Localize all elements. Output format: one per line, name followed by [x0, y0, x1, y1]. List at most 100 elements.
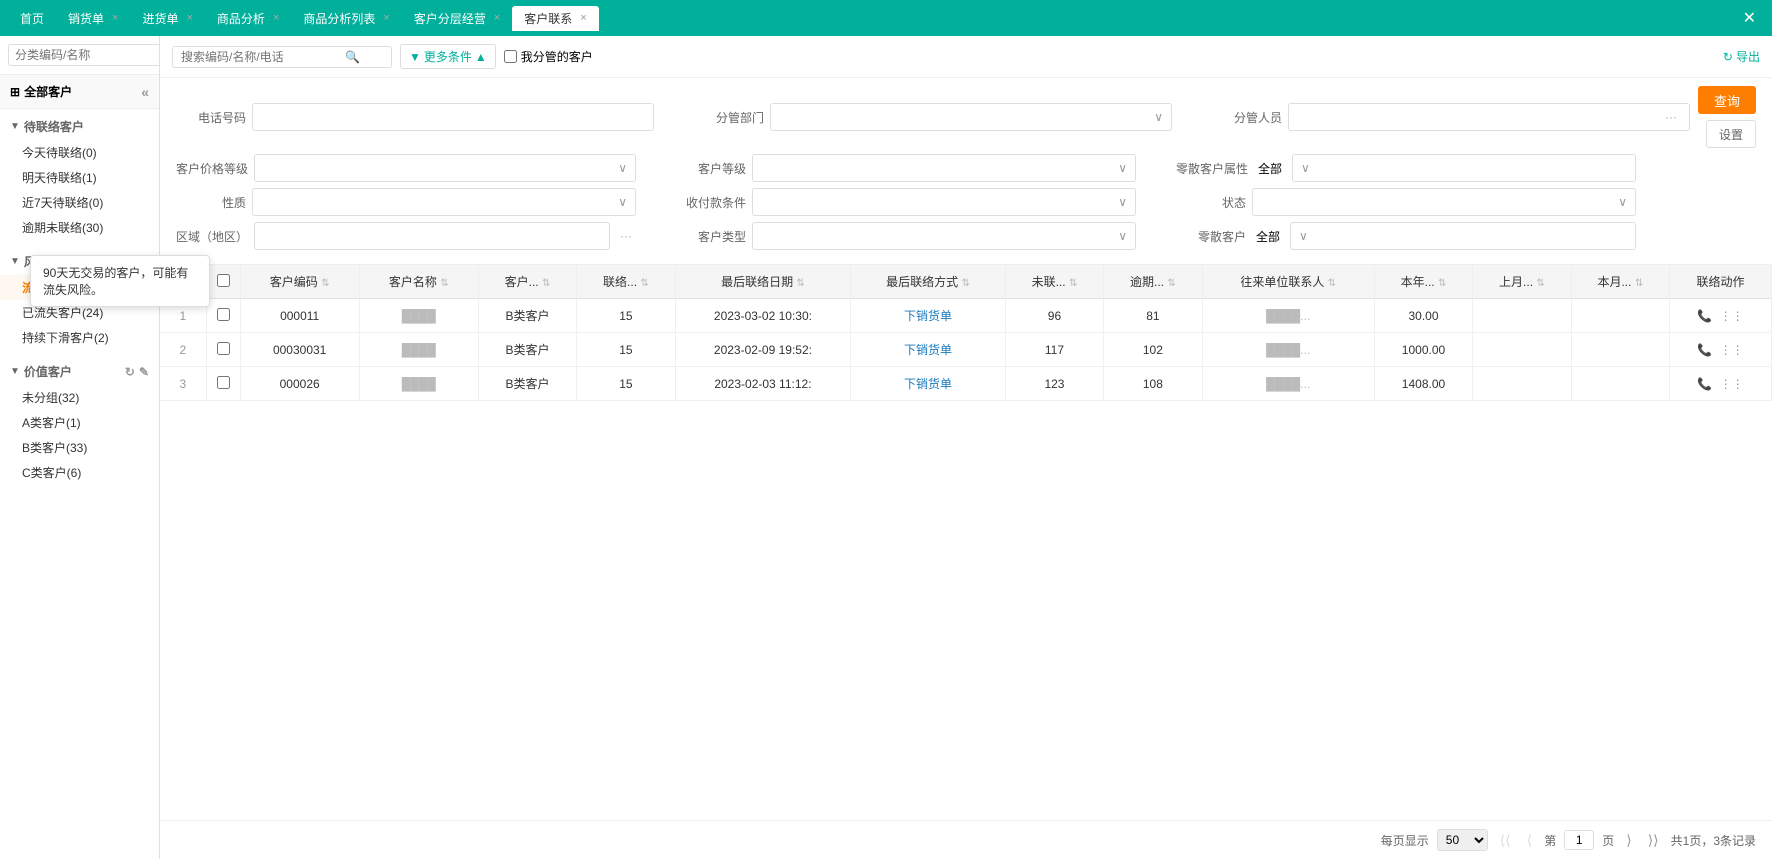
tab-product-analysis-list[interactable]: 商品分析列表 × [291, 6, 401, 31]
cell-action[interactable]: 📞 ⋮⋮ [1670, 333, 1772, 367]
sidebar-item-class-c[interactable]: C类客户(6) [0, 460, 159, 485]
region-dots[interactable]: ··· [616, 229, 636, 243]
sort-icon-uncontacted[interactable]: ⇅ [1069, 278, 1077, 289]
sidebar-search-input[interactable] [8, 44, 160, 66]
action-call-icon[interactable]: 📞 [1697, 343, 1712, 357]
cell-last-method[interactable]: 下销货单 [851, 367, 1005, 401]
sort-icon-last-method[interactable]: ⇅ [961, 278, 969, 289]
action-call-icon[interactable]: 📞 [1697, 377, 1712, 391]
sort-icon-year[interactable]: ⇅ [1438, 278, 1446, 289]
filter-toolbar: 🔍 ▼ 更多条件 ▲ 我分管的客户 ↻ 导出 [160, 36, 1772, 78]
cell-action[interactable]: 📞 ⋮⋮ [1670, 299, 1772, 333]
sidebar-item-churn-warning[interactable]: 流失预警客户(3) [0, 275, 159, 300]
manager-select[interactable]: ··· [1288, 103, 1690, 131]
my-customers-checkbox[interactable]: 我分管的客户 [504, 48, 593, 65]
tab-home[interactable]: 首页 [8, 6, 56, 31]
checkbox-col-header[interactable] [206, 265, 240, 299]
first-page-btn[interactable]: ⟨⟨ [1496, 832, 1515, 849]
gender-select[interactable]: ∨ [252, 188, 636, 216]
sort-icon-last-date[interactable]: ⇅ [796, 278, 804, 289]
my-customers-check[interactable] [504, 50, 517, 63]
sort-icon-contact[interactable]: ⇅ [640, 278, 648, 289]
filter-search-input[interactable] [181, 50, 341, 64]
sort-icon-overdue[interactable]: ⇅ [1167, 278, 1175, 289]
window-close-button[interactable]: ✕ [1735, 8, 1764, 28]
tab-close-product-analysis[interactable]: × [273, 12, 279, 24]
sidebar-item-tomorrow[interactable]: 明天待联络(1) [0, 165, 159, 190]
sidebar-item-class-b[interactable]: B类客户(33) [0, 435, 159, 460]
cell-year-amount: 1408.00 [1374, 367, 1472, 401]
sidebar-group-pending-title[interactable]: ▼ 待联络客户 [0, 113, 159, 140]
row-checkbox-cell[interactable] [206, 299, 240, 333]
sidebar-collapse-btn[interactable]: « [141, 84, 149, 100]
retail-customer-select[interactable]: ∨ [1290, 222, 1636, 250]
next-page-btn[interactable]: ⟩ [1622, 832, 1635, 849]
select-all-checkbox[interactable] [217, 274, 230, 287]
row-checkbox-1[interactable] [217, 342, 230, 355]
sidebar-item-today[interactable]: 今天待联络(0) [0, 140, 159, 165]
action-call-icon[interactable]: 📞 [1697, 309, 1712, 323]
sidebar-group-risk-title[interactable]: ▼ 风险客户 [0, 248, 159, 275]
sort-icon-last-month[interactable]: ⇅ [1536, 278, 1544, 289]
cell-action[interactable]: 📞 ⋮⋮ [1670, 367, 1772, 401]
cell-contact-count: 15 [577, 333, 675, 367]
sort-icon-this-month[interactable]: ⇅ [1635, 278, 1643, 289]
cell-last-method[interactable]: 下销货单 [851, 299, 1005, 333]
settings-button[interactable]: 设置 [1706, 120, 1756, 148]
filter-search-icon[interactable]: 🔍 [345, 50, 360, 64]
sidebar-item-ungroup[interactable]: 未分组(32) [0, 385, 159, 410]
prev-page-btn[interactable]: ⟨ [1523, 832, 1536, 849]
sidebar-all-customers-header: ⊞ 全部客户 « [0, 75, 159, 109]
tab-close-product-analysis-list[interactable]: × [383, 12, 389, 24]
sidebar-item-declining[interactable]: 持续下滑客户(2) [0, 325, 159, 350]
table-row: 2 00030031 ████ B类客户 15 2023-02-09 19:52… [160, 333, 1772, 367]
payment-select[interactable]: ∨ [752, 188, 1136, 216]
tab-close-purchase-order[interactable]: × [186, 12, 192, 24]
query-button[interactable]: 查询 [1698, 86, 1756, 114]
sidebar-item-churned[interactable]: 已流失客户(24) [0, 300, 159, 325]
row-checkbox-cell[interactable] [206, 367, 240, 401]
sidebar-item-class-a[interactable]: A类客户(1) [0, 410, 159, 435]
action-more-icon[interactable]: ⋮⋮ [1720, 309, 1744, 323]
sidebar-item-overdue[interactable]: 逾期未联络(30) [0, 215, 159, 240]
sort-icon-code[interactable]: ⇅ [321, 278, 329, 289]
column-settings-icon[interactable]: ⚙ [177, 275, 188, 289]
tab-close-customer-contact[interactable]: × [580, 12, 586, 24]
edit-icon[interactable]: ✎ [139, 365, 149, 379]
tab-sales-order[interactable]: 销货单 × [56, 6, 130, 31]
division-select[interactable]: ∨ [770, 103, 1172, 131]
tab-customer-contact[interactable]: 客户联系 × [512, 6, 598, 31]
more-conditions-btn[interactable]: ▼ 更多条件 ▲ [400, 44, 496, 69]
refresh-icon[interactable]: ↻ [125, 365, 135, 379]
customer-level-select[interactable]: ∨ [752, 154, 1136, 182]
settings-col-header[interactable]: ⚙ [160, 265, 206, 299]
phone-input[interactable] [252, 103, 654, 131]
sort-icon-type[interactable]: ⇅ [542, 278, 550, 289]
table-row: 3 000026 ████ B类客户 15 2023-02-03 11:12: … [160, 367, 1772, 401]
row-checkbox-2[interactable] [217, 376, 230, 389]
sort-icon-name[interactable]: ⇅ [440, 278, 448, 289]
tab-close-customer-tier[interactable]: × [494, 12, 500, 24]
sidebar-item-week[interactable]: 近7天待联络(0) [0, 190, 159, 215]
customer-price-select[interactable]: ∨ [254, 154, 636, 182]
customer-type-select[interactable]: ∨ [752, 222, 1136, 250]
cell-last-method[interactable]: 下销货单 [851, 333, 1005, 367]
tab-product-analysis[interactable]: 商品分析 × [205, 6, 291, 31]
retail-attr-select[interactable]: ∨ [1292, 154, 1636, 182]
row-checkbox-cell[interactable] [206, 333, 240, 367]
tab-customer-tier[interactable]: 客户分层经营 × [402, 6, 512, 31]
action-more-icon[interactable]: ⋮⋮ [1720, 343, 1744, 357]
sidebar-group-value-title[interactable]: ▼ 价值客户 ↻ ✎ [0, 358, 159, 385]
page-input[interactable] [1564, 830, 1594, 850]
region-input[interactable] [254, 222, 610, 250]
tab-close-sales-order[interactable]: × [112, 12, 118, 24]
tab-purchase-order[interactable]: 进货单 × [130, 6, 204, 31]
manager-dots[interactable]: ··· [1661, 110, 1681, 124]
per-page-select[interactable]: 50 20 100 [1437, 829, 1488, 851]
export-button[interactable]: ↻ 导出 [1723, 48, 1760, 65]
status-select[interactable]: ∨ [1252, 188, 1636, 216]
row-checkbox-0[interactable] [217, 308, 230, 321]
last-page-btn[interactable]: ⟩⟩ [1644, 832, 1663, 849]
sort-icon-contact-person[interactable]: ⇅ [1328, 278, 1336, 289]
action-more-icon[interactable]: ⋮⋮ [1720, 377, 1744, 391]
